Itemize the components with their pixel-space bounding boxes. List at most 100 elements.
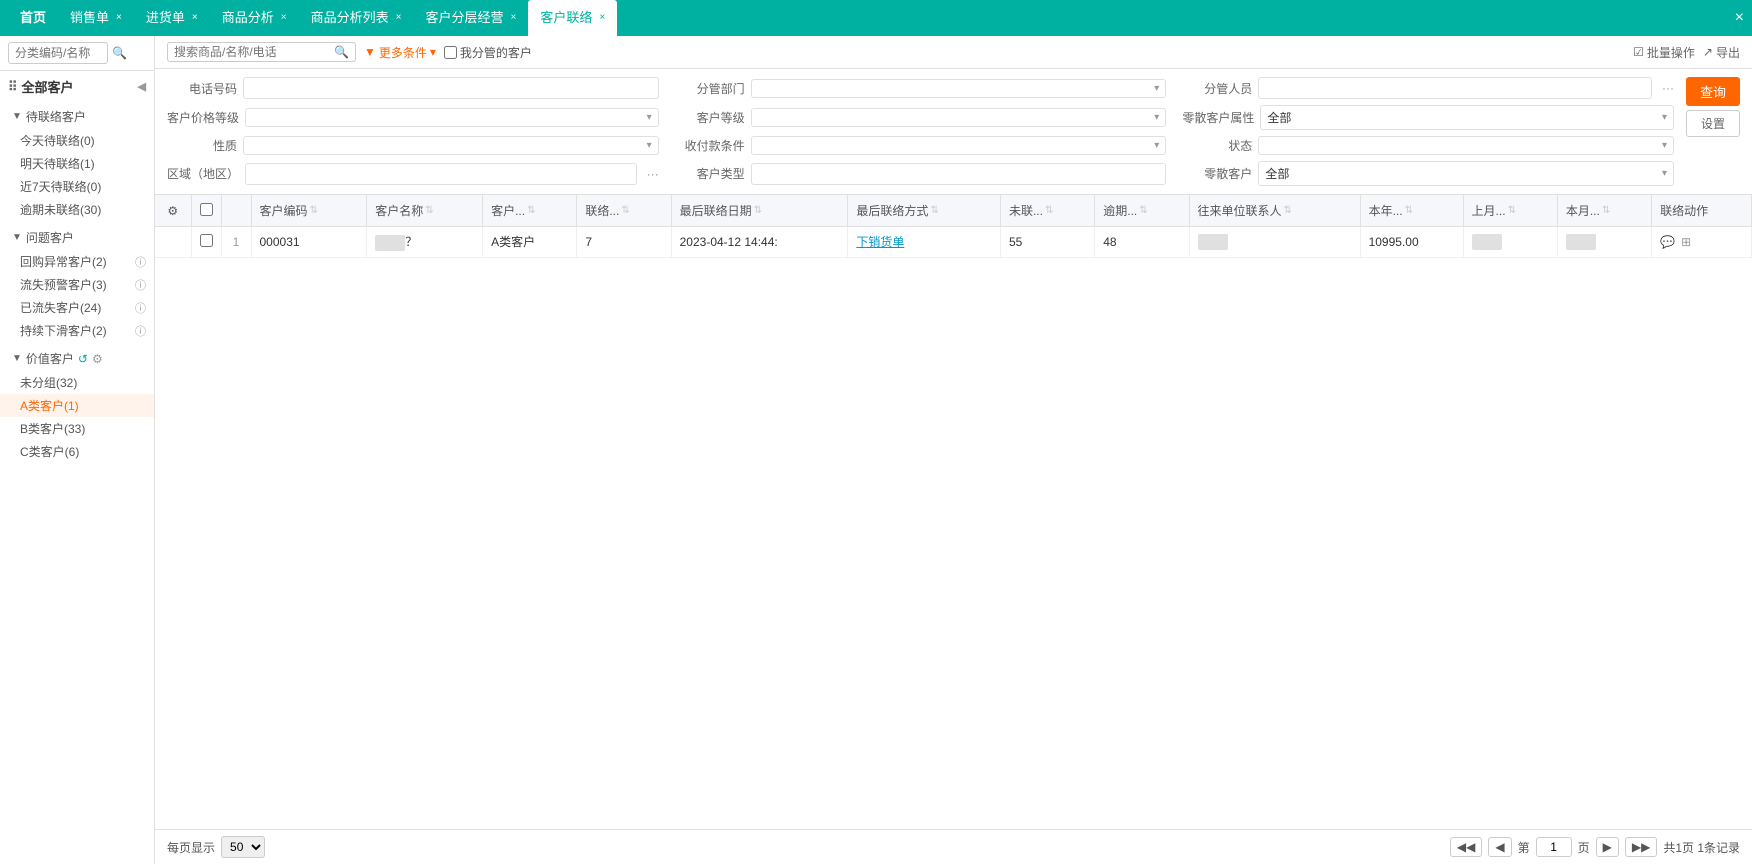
- sidebar-all-customers-header[interactable]: ⠿ 全部客户 ◀: [0, 71, 154, 102]
- region-dots-icon[interactable]: ···: [647, 167, 659, 181]
- nav-sales-close[interactable]: ×: [116, 0, 122, 36]
- export-button[interactable]: ↗ 导出: [1703, 44, 1740, 61]
- col-customer-type[interactable]: 客户... ⇅: [483, 195, 577, 227]
- col-settings[interactable]: ⚙: [155, 195, 191, 227]
- nav-customer-contact-close[interactable]: ×: [599, 0, 605, 36]
- search-input[interactable]: [174, 45, 334, 59]
- sidebar-item-class-c[interactable]: C类客户(6): [0, 440, 154, 463]
- nav-home[interactable]: 首页: [8, 0, 58, 36]
- region-input[interactable]: [245, 163, 637, 185]
- sidebar-collapse-icon[interactable]: ◀: [138, 80, 146, 93]
- col-this-month[interactable]: 本月... ⇅: [1557, 195, 1651, 227]
- phone-input[interactable]: [243, 77, 659, 99]
- more-filters-button[interactable]: ▼ 更多条件 ▾: [364, 44, 436, 61]
- export-icon: ↗: [1703, 45, 1713, 59]
- col-last-contact-method[interactable]: 最后联络方式 ⇅: [848, 195, 1001, 227]
- nav-sales[interactable]: 销售单 ×: [58, 0, 134, 36]
- col-contact[interactable]: 联络... ⇅: [577, 195, 671, 227]
- nav-customer-tier[interactable]: 客户分层经营 ×: [413, 0, 528, 36]
- col-overdue[interactable]: 逾期... ⇅: [1095, 195, 1189, 227]
- value-customers-title[interactable]: ▼ 价值客户 ↺ ⚙: [0, 346, 154, 371]
- sidebar-search-input[interactable]: [8, 42, 108, 64]
- sidebar-item-class-b[interactable]: B类客户(33): [0, 417, 154, 440]
- nav-purchase[interactable]: 进货单 ×: [134, 0, 210, 36]
- nav-product-analysis-list-close[interactable]: ×: [396, 0, 402, 36]
- department-chevron-icon: ▾: [1154, 83, 1159, 94]
- sidebar-search-icon[interactable]: 🔍: [112, 46, 127, 60]
- customer-level-select[interactable]: ▾: [751, 108, 1167, 127]
- settings-button[interactable]: 设置: [1686, 110, 1740, 137]
- sidebar-item-overdue[interactable]: 逾期未联络(30): [0, 198, 154, 221]
- nav-product-analysis[interactable]: 商品分析 ×: [210, 0, 299, 36]
- page-number-input[interactable]: [1536, 837, 1572, 857]
- pending-contact-title[interactable]: ▼ 待联络客户: [0, 104, 154, 129]
- sidebar-item-tomorrow[interactable]: 明天待联络(1): [0, 152, 154, 175]
- refresh-icon[interactable]: ↺: [78, 352, 88, 366]
- page-size-select[interactable]: 50: [221, 836, 265, 858]
- col-last-contact-date[interactable]: 最后联络日期 ⇅: [671, 195, 848, 227]
- nav-customer-contact[interactable]: 客户联络 ×: [528, 0, 617, 36]
- uncontacted-col-label: 未联...: [1009, 202, 1043, 219]
- prev-page-button[interactable]: ◀: [1488, 837, 1511, 857]
- first-page-button[interactable]: ◀◀: [1450, 837, 1482, 857]
- sidebar-item-churn-warning[interactable]: 流失预警客户(3) ⓘ: [0, 273, 154, 296]
- settings-icon[interactable]: ⚙: [92, 352, 103, 366]
- col-last-month[interactable]: 上月... ⇅: [1463, 195, 1557, 227]
- col-customer-name[interactable]: 客户名称 ⇅: [367, 195, 483, 227]
- nav-product-analysis-list[interactable]: 商品分析列表 ×: [299, 0, 414, 36]
- filter-manager: 分管人员 ···: [1182, 77, 1674, 99]
- grid-action-icon[interactable]: ⊞: [1681, 235, 1691, 249]
- my-customers-checkbox[interactable]: [444, 46, 457, 59]
- last-month-sort-icon: ⇅: [1508, 205, 1516, 216]
- retail-attr-select[interactable]: 全部 ▾: [1260, 105, 1674, 130]
- window-close-icon[interactable]: ×: [1735, 9, 1744, 27]
- search-icon[interactable]: 🔍: [334, 45, 349, 59]
- nav-customer-tier-label: 客户分层经营: [425, 0, 503, 36]
- query-button[interactable]: 查询: [1686, 77, 1740, 106]
- filter-retail-attr: 零散客户属性 全部 ▾: [1182, 105, 1674, 130]
- select-all-checkbox[interactable]: [200, 203, 213, 216]
- sidebar-item-today[interactable]: 今天待联络(0): [0, 129, 154, 152]
- sidebar-item-7days[interactable]: 近7天待联络(0): [0, 175, 154, 198]
- nav-purchase-close[interactable]: ×: [192, 0, 198, 36]
- problem-customers-title[interactable]: ▼ 问题客户: [0, 225, 154, 250]
- col-unit-contact[interactable]: 往来单位联系人 ⇅: [1189, 195, 1360, 227]
- footer-right: ◀◀ ◀ 第 页 ▶ ▶▶ 共1页 1条记录: [1450, 837, 1740, 857]
- payment-select[interactable]: ▾: [751, 136, 1167, 155]
- my-customers-checkbox-label[interactable]: 我分管的客户: [444, 44, 532, 61]
- col-customer-code[interactable]: 客户编码 ⇅: [251, 195, 367, 227]
- price-level-select[interactable]: ▾: [245, 108, 659, 127]
- customer-name-sort-icon: ⇅: [425, 205, 433, 216]
- nav-product-analysis-close[interactable]: ×: [281, 0, 287, 36]
- customer-type-input[interactable]: [751, 163, 1167, 185]
- sidebar-item-declining[interactable]: 持续下滑客户(2) ⓘ: [0, 319, 154, 342]
- status-select[interactable]: ▾: [1258, 136, 1674, 155]
- sidebar-item-class-a[interactable]: A类客户(1): [0, 394, 154, 417]
- col-uncontacted[interactable]: 未联... ⇅: [1000, 195, 1094, 227]
- last-month-block: [1472, 234, 1502, 250]
- declining-label: 持续下滑客户(2): [20, 322, 107, 339]
- sidebar-item-churned[interactable]: 已流失客户(24) ⓘ: [0, 296, 154, 319]
- repurchase-abnormal-label: 回购异常客户(2): [20, 253, 107, 270]
- row-checkbox[interactable]: [200, 234, 213, 247]
- last-contact-method-link[interactable]: 下销货单: [856, 235, 904, 249]
- department-select[interactable]: ▾: [751, 79, 1167, 98]
- last-page-button[interactable]: ▶▶: [1625, 837, 1657, 857]
- sidebar-item-repurchase-abnormal[interactable]: 回购异常客户(2) ⓘ: [0, 250, 154, 273]
- manager-dots-icon[interactable]: ···: [1662, 81, 1674, 95]
- manager-input[interactable]: [1258, 77, 1652, 99]
- chat-action-icon[interactable]: 💬: [1660, 235, 1675, 249]
- col-this-year[interactable]: 本年... ⇅: [1360, 195, 1463, 227]
- customer-name-block: [375, 235, 405, 251]
- retail-customer-select[interactable]: 全部 ▾: [1258, 161, 1674, 186]
- top-navigation: 首页 销售单 × 进货单 × 商品分析 × 商品分析列表 × 客户分层经营 × …: [0, 0, 1752, 36]
- filter-grid: 电话号码 分管部门 ▾ 分管人员 ··· 客户价格等级: [155, 69, 1686, 194]
- sidebar-item-ungrouped[interactable]: 未分组(32): [0, 371, 154, 394]
- nature-select[interactable]: ▾: [243, 136, 659, 155]
- retail-customer-value: 全部: [1265, 165, 1289, 182]
- 7days-contact-label: 近7天待联络(0): [20, 178, 101, 195]
- next-page-button[interactable]: ▶: [1596, 837, 1619, 857]
- nav-customer-tier-close[interactable]: ×: [510, 0, 516, 36]
- batch-operation-button[interactable]: ☑ 批量操作: [1633, 44, 1695, 61]
- filter-label: 更多条件: [379, 44, 427, 61]
